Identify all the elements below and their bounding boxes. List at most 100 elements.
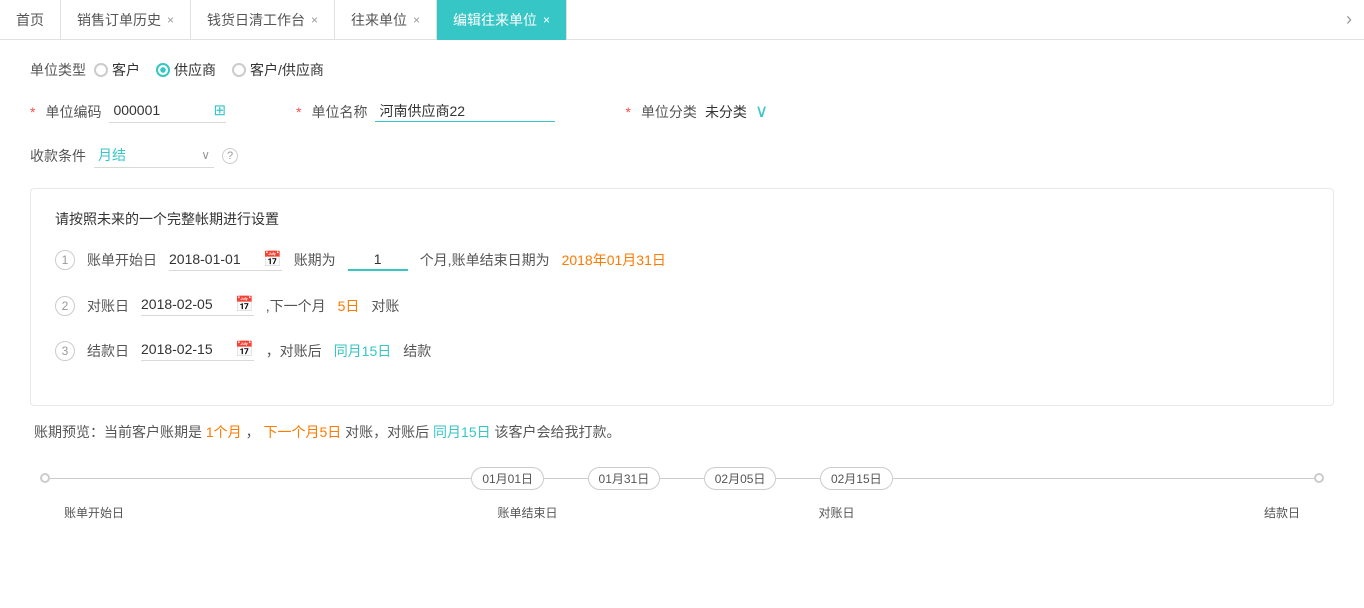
preview-part2: 下一个月5日 xyxy=(263,424,341,440)
period-unit-text: 个月,账单结束日期为 xyxy=(420,250,550,270)
payment-row: 收款条件 月结 ∨ ? xyxy=(30,143,1334,168)
unit-type-row: 单位类型 客户 供应商 客户/供应商 xyxy=(30,60,1334,80)
page-content: 单位类型 客户 供应商 客户/供应商 * 单位编码 xyxy=(0,40,1364,608)
period-for-label: 账期为 xyxy=(294,250,336,270)
classify-dropdown[interactable]: 未分类 ∨ xyxy=(705,101,768,122)
radio-supplier-circle xyxy=(156,63,170,77)
period-reconcile-date-input[interactable] xyxy=(141,296,231,312)
period-settle-cal-icon[interactable]: 📅 xyxy=(235,340,254,358)
close-icon[interactable]: × xyxy=(413,13,420,27)
dropdown-arrow-icon: ∨ xyxy=(201,148,210,162)
payment-dropdown[interactable]: 月结 ∨ xyxy=(94,143,214,168)
tl-label-2: 账单结束日 xyxy=(497,504,557,521)
reconcile-suffix: 对账 xyxy=(371,296,399,316)
tab-home[interactable]: 首页 xyxy=(0,0,61,40)
preview-mid: 对账，对账后 xyxy=(345,424,429,440)
tl-connector-3 xyxy=(776,478,820,479)
radio-both-label: 客户/供应商 xyxy=(250,60,324,80)
radio-both-circle xyxy=(232,63,246,77)
tab-edit-counterpart-label: 编辑往来单位 xyxy=(453,10,537,30)
close-icon[interactable]: × xyxy=(543,13,550,27)
period-settle-label: 结款日 xyxy=(87,341,129,361)
settle-highlight: 同月15日 xyxy=(334,341,392,361)
tl-node-2: 01月31日 xyxy=(588,467,661,490)
period-title: 请按照未来的一个完整帐期进行设置 xyxy=(55,209,1309,229)
payment-label: 收款条件 xyxy=(30,146,86,166)
period-row-3: 3 结款日 📅 ，对账后 同月15日 结款 xyxy=(55,340,1309,361)
radio-customer[interactable]: 客户 xyxy=(94,60,140,80)
code-input-wrap: ⊞ xyxy=(109,100,226,123)
code-icon[interactable]: ⊞ xyxy=(213,101,226,119)
period-end-date: 2018年01月31日 xyxy=(562,250,666,270)
period-num-1: 1 xyxy=(55,250,75,270)
period-start-date-input[interactable] xyxy=(169,251,259,267)
name-field: * 单位名称 xyxy=(296,101,555,122)
period-row-2: 2 对账日 📅 ,下一个月5日 对账 xyxy=(55,295,1309,316)
classify-arrow-icon[interactable]: ∨ xyxy=(755,101,768,122)
preview-part1: 1个月 xyxy=(206,424,242,440)
period-months-input[interactable] xyxy=(348,249,408,271)
help-icon[interactable]: ? xyxy=(222,148,238,164)
period-reconcile-label: 对账日 xyxy=(87,296,129,316)
radio-supplier-label: 供应商 xyxy=(174,60,216,80)
tl-connector-0 xyxy=(50,478,471,479)
timeline-end-dot xyxy=(1314,473,1324,483)
period-reconcile-date-wrap: 📅 xyxy=(141,295,254,316)
timeline-start-dot xyxy=(40,473,50,483)
radio-supplier[interactable]: 供应商 xyxy=(156,60,216,80)
classify-label: 单位分类 xyxy=(641,102,697,122)
period-settle-date-wrap: 📅 xyxy=(141,340,254,361)
tab-cash-workbench[interactable]: 钱货日清工作台 × xyxy=(191,0,335,40)
tl-label-1: 账单开始日 xyxy=(64,504,124,521)
tab-sales-history-label: 销售订单历史 xyxy=(77,10,161,30)
preview-section: 账期预览：当前客户账期是 1个月 ， 下一个月5日 对账，对账后 同月15日 该… xyxy=(30,422,1334,442)
tab-sales-history[interactable]: 销售订单历史 × xyxy=(61,0,191,40)
reconcile-highlight: 5日 xyxy=(338,296,360,316)
tab-counterpart[interactable]: 往来单位 × xyxy=(335,0,437,40)
classify-value: 未分类 xyxy=(705,102,747,122)
radio-customer-label: 客户 xyxy=(112,60,140,80)
tl-node-4: 02月15日 xyxy=(820,467,893,490)
tabs-bar: 首页 销售订单历史 × 钱货日清工作台 × 往来单位 × 编辑往来单位 × › xyxy=(0,0,1364,40)
period-reconcile-cal-icon[interactable]: 📅 xyxy=(235,295,254,313)
tl-connector-2 xyxy=(660,478,704,479)
tl-connector-4 xyxy=(893,478,1314,479)
period-num-3: 3 xyxy=(55,341,75,361)
payment-field: 收款条件 月结 ∨ ? xyxy=(30,143,238,168)
tab-cash-workbench-label: 钱货日清工作台 xyxy=(207,10,305,30)
code-label: 单位编码 xyxy=(45,102,101,122)
period-start-cal-icon[interactable]: 📅 xyxy=(263,250,282,268)
radio-both[interactable]: 客户/供应商 xyxy=(232,60,324,80)
settle-prefix: ，对账后 xyxy=(266,341,322,361)
preview-end: 该客户会给我打款。 xyxy=(495,424,621,440)
name-required: * xyxy=(296,104,301,120)
close-icon[interactable]: × xyxy=(311,13,318,27)
reconcile-prefix: ,下一个月 xyxy=(266,296,326,316)
period-start-date-wrap: 📅 xyxy=(169,250,282,271)
code-required: * xyxy=(30,104,35,120)
classify-required: * xyxy=(625,104,630,120)
timeline: 01月01日 01月31日 02月05日 xyxy=(30,466,1334,521)
tab-home-label: 首页 xyxy=(16,10,44,30)
tl-label-3: 对账日 xyxy=(818,504,854,521)
period-box: 请按照未来的一个完整帐期进行设置 1 账单开始日 📅 账期为 个月,账单结束日期… xyxy=(30,188,1334,406)
tab-edit-counterpart[interactable]: 编辑往来单位 × xyxy=(437,0,567,40)
tab-more-button[interactable]: › xyxy=(1334,0,1364,40)
classify-field: * 单位分类 未分类 ∨ xyxy=(625,101,768,122)
tl-node-3: 02月05日 xyxy=(704,467,777,490)
unit-type-label: 单位类型 xyxy=(30,60,86,80)
code-field: * 单位编码 ⊞ xyxy=(30,100,226,123)
settle-suffix: 结款 xyxy=(403,341,431,361)
period-row-1: 1 账单开始日 📅 账期为 个月,账单结束日期为 2018年01月31日 xyxy=(55,249,1309,271)
preview-label: 账期预览：当前客户账期是 xyxy=(34,424,202,440)
preview-sep1: ， xyxy=(246,424,260,440)
unit-type-field: 单位类型 客户 供应商 客户/供应商 xyxy=(30,60,324,80)
close-icon[interactable]: × xyxy=(167,13,174,27)
name-input[interactable] xyxy=(375,101,555,122)
payment-value: 月结 xyxy=(98,145,201,165)
unit-type-radio-group: 客户 供应商 客户/供应商 xyxy=(94,60,324,80)
code-input[interactable] xyxy=(109,100,209,120)
code-name-classify-row: * 单位编码 ⊞ * 单位名称 * 单位分类 未分类 ∨ xyxy=(30,100,1334,123)
name-label: 单位名称 xyxy=(311,102,367,122)
period-settle-date-input[interactable] xyxy=(141,341,231,357)
